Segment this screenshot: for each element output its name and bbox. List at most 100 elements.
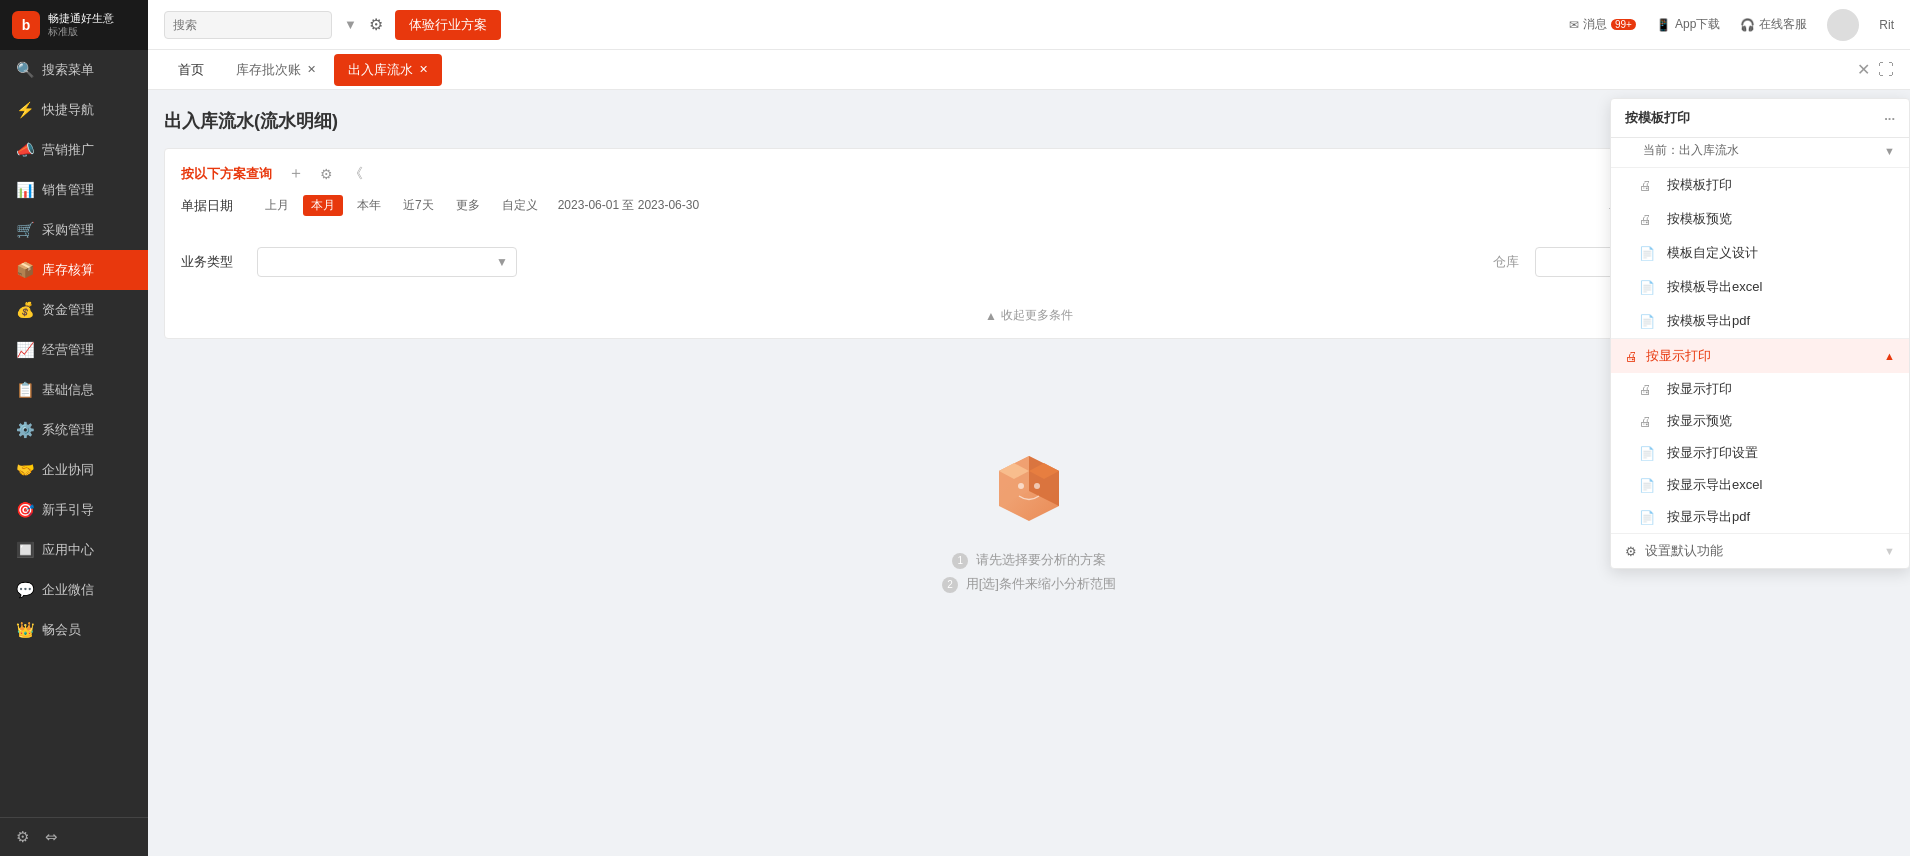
footer-settings-icon: ⚙ bbox=[1625, 544, 1637, 559]
tab-home[interactable]: 首页 bbox=[164, 54, 218, 86]
sidebar-item-quick-nav[interactable]: ⚡ 快捷导航 bbox=[0, 90, 148, 130]
message-badge: 99+ bbox=[1611, 19, 1636, 30]
sidebar-item-wechat[interactable]: 💬 企业微信 bbox=[0, 570, 148, 610]
empty-tip-2: 2 用[选]条件来缩小分析范围 bbox=[942, 575, 1116, 593]
current-chevron-icon[interactable]: ▼ bbox=[1884, 145, 1895, 157]
window-maximize-icon[interactable]: ⛶ bbox=[1878, 61, 1894, 79]
inventory-icon: 📦 bbox=[16, 261, 34, 279]
sidebar-logo: b 畅捷通好生意 标准版 bbox=[0, 0, 148, 50]
date-tab-this-month[interactable]: 本月 bbox=[303, 195, 343, 216]
dropdown-template-excel[interactable]: 📄 按模板导出excel bbox=[1611, 270, 1909, 304]
template-custom-icon: 📄 bbox=[1639, 246, 1657, 261]
filter-title: 按以下方案查询 bbox=[181, 165, 272, 183]
display-print-settings-item[interactable]: 📄 按显示打印设置 bbox=[1611, 437, 1909, 469]
tab-stock-flow-close[interactable]: ✕ bbox=[419, 63, 428, 76]
sidebar-collapse-icon[interactable]: ⇔ bbox=[45, 828, 58, 846]
date-tab-more[interactable]: 更多 bbox=[448, 195, 488, 216]
date-tab-last-month[interactable]: 上月 bbox=[257, 195, 297, 216]
sidebar-item-finance[interactable]: 💰 资金管理 bbox=[0, 290, 148, 330]
filter-collapse-icon[interactable]: 《 bbox=[349, 165, 363, 183]
template-pdf-icon: 📄 bbox=[1639, 314, 1657, 329]
sidebar-item-purchase[interactable]: 🛒 采购管理 bbox=[0, 210, 148, 250]
display-excel-icon: 📄 bbox=[1639, 478, 1657, 493]
tab-inventory-batch-close[interactable]: ✕ bbox=[307, 63, 316, 76]
template-preview-icon: 🖨 bbox=[1639, 212, 1657, 227]
biz-type-select[interactable]: ▼ bbox=[257, 247, 517, 277]
display-excel-label: 按显示导出excel bbox=[1667, 476, 1762, 494]
svg-point-5 bbox=[1018, 483, 1024, 489]
sidebar-item-guide[interactable]: 🎯 新手引导 bbox=[0, 490, 148, 530]
sidebar-label: 采购管理 bbox=[42, 221, 94, 239]
filter-add-button[interactable]: ＋ bbox=[288, 163, 304, 184]
dropdown-template-pdf[interactable]: 📄 按模板导出pdf bbox=[1611, 304, 1909, 338]
window-close-icon[interactable]: ✕ bbox=[1857, 60, 1870, 79]
tab-inventory-batch[interactable]: 库存批次账 ✕ bbox=[222, 54, 330, 86]
dropdown-header-icons: ··· bbox=[1884, 111, 1895, 126]
collapse-label: 收起更多条件 bbox=[1001, 307, 1073, 324]
search-dropdown-icon[interactable]: ▼ bbox=[344, 17, 357, 32]
trial-button[interactable]: 体验行业方案 bbox=[395, 10, 501, 40]
date-tab-custom[interactable]: 自定义 bbox=[494, 195, 546, 216]
sidebar-item-system[interactable]: ⚙️ 系统管理 bbox=[0, 410, 148, 450]
sidebar-item-member[interactable]: 👑 畅会员 bbox=[0, 610, 148, 650]
display-print-section-icon: 🖨 bbox=[1625, 349, 1638, 364]
sidebar-nav: 🔍 搜索菜单 ⚡ 快捷导航 📣 营销推广 📊 销售管理 🛒 采购管理 📦 库存核… bbox=[0, 50, 148, 817]
empty-tip-1: 1 请先选择要分析的方案 bbox=[952, 551, 1106, 569]
display-print-header[interactable]: 🖨 按显示打印 ▲ bbox=[1611, 339, 1909, 373]
online-service-button[interactable]: 🎧 在线客服 bbox=[1740, 16, 1807, 33]
display-export-pdf-item[interactable]: 📄 按显示导出pdf bbox=[1611, 501, 1909, 533]
marketing-icon: 📣 bbox=[16, 141, 34, 159]
sidebar-item-operations[interactable]: 📈 经营管理 bbox=[0, 330, 148, 370]
guide-icon: 🎯 bbox=[16, 501, 34, 519]
current-label: 当前：出入库流水 bbox=[1643, 142, 1739, 159]
dropdown-header: 按模板打印 ··· bbox=[1611, 99, 1909, 138]
topbar-settings-icon[interactable]: ⚙ bbox=[369, 15, 383, 34]
sidebar-label: 畅会员 bbox=[42, 621, 81, 639]
dropdown-dots-icon[interactable]: ··· bbox=[1884, 111, 1895, 126]
username-label[interactable]: Rit bbox=[1879, 18, 1894, 32]
sidebar-item-sales[interactable]: 📊 销售管理 bbox=[0, 170, 148, 210]
date-tabs: 上月 本月 本年 近7天 更多 自定义 2023-06-01 至 2023-06… bbox=[257, 195, 699, 216]
sidebar-item-enterprise[interactable]: 🤝 企业协同 bbox=[0, 450, 148, 490]
display-preview-item[interactable]: 🖨 按显示预览 bbox=[1611, 405, 1909, 437]
app-center-icon: 🔲 bbox=[16, 541, 34, 559]
topbar: ▼ ⚙ 体验行业方案 ✉ 消息 99+ 📱 App下载 🎧 在线客服 Rit bbox=[148, 0, 1910, 50]
sidebar-item-search-menu[interactable]: 🔍 搜索菜单 bbox=[0, 50, 148, 90]
user-avatar[interactable] bbox=[1827, 9, 1859, 41]
dropdown-template-print[interactable]: 🖨 按模板打印 bbox=[1611, 168, 1909, 202]
dropdown-template-preview[interactable]: 🖨 按模板预览 bbox=[1611, 202, 1909, 236]
app-download-label: App下载 bbox=[1675, 16, 1720, 33]
app-logo-icon: b bbox=[12, 11, 40, 39]
display-export-excel-item[interactable]: 📄 按显示导出excel bbox=[1611, 469, 1909, 501]
sidebar-label: 经营管理 bbox=[42, 341, 94, 359]
purchase-icon: 🛒 bbox=[16, 221, 34, 239]
footer-chevron-icon: ▼ bbox=[1884, 545, 1895, 557]
messages-button[interactable]: ✉ 消息 99+ bbox=[1569, 16, 1636, 33]
sidebar-label: 企业协同 bbox=[42, 461, 94, 479]
sidebar-label: 基础信息 bbox=[42, 381, 94, 399]
topbar-search-input[interactable] bbox=[164, 11, 332, 39]
date-tab-this-year[interactable]: 本年 bbox=[349, 195, 389, 216]
sidebar-item-marketing[interactable]: 📣 营销推广 bbox=[0, 130, 148, 170]
sidebar-label: 快捷导航 bbox=[42, 101, 94, 119]
sidebar-label: 资金管理 bbox=[42, 301, 94, 319]
tab-stock-flow[interactable]: 出入库流水 ✕ bbox=[334, 54, 442, 86]
display-print-item[interactable]: 🖨 按显示打印 bbox=[1611, 373, 1909, 405]
dropdown-footer[interactable]: ⚙ 设置默认功能 ▼ bbox=[1611, 533, 1909, 568]
dropdown-template-custom[interactable]: 📄 模板自定义设计 bbox=[1611, 236, 1909, 270]
display-print-icon: 🖨 bbox=[1639, 382, 1657, 397]
sidebar-item-basic-info[interactable]: 📋 基础信息 bbox=[0, 370, 148, 410]
sidebar-item-app-center[interactable]: 🔲 应用中心 bbox=[0, 530, 148, 570]
date-range-display: 2023-06-01 至 2023-06-30 bbox=[558, 197, 699, 214]
app-download-button[interactable]: 📱 App下载 bbox=[1656, 16, 1720, 33]
message-icon: ✉ bbox=[1569, 18, 1579, 32]
biz-type-caret-icon: ▼ bbox=[496, 255, 508, 269]
sidebar-settings-icon[interactable]: ⚙ bbox=[16, 828, 29, 846]
date-tab-last-7-days[interactable]: 近7天 bbox=[395, 195, 442, 216]
system-icon: ⚙️ bbox=[16, 421, 34, 439]
sidebar-bottom: ⚙ ⇔ bbox=[0, 817, 148, 856]
sidebar-item-inventory[interactable]: 📦 库存核算 bbox=[0, 250, 148, 290]
collapse-up-icon: ▲ bbox=[985, 309, 997, 323]
template-excel-label: 按模板导出excel bbox=[1667, 278, 1762, 296]
filter-settings-icon[interactable]: ⚙ bbox=[320, 166, 333, 182]
